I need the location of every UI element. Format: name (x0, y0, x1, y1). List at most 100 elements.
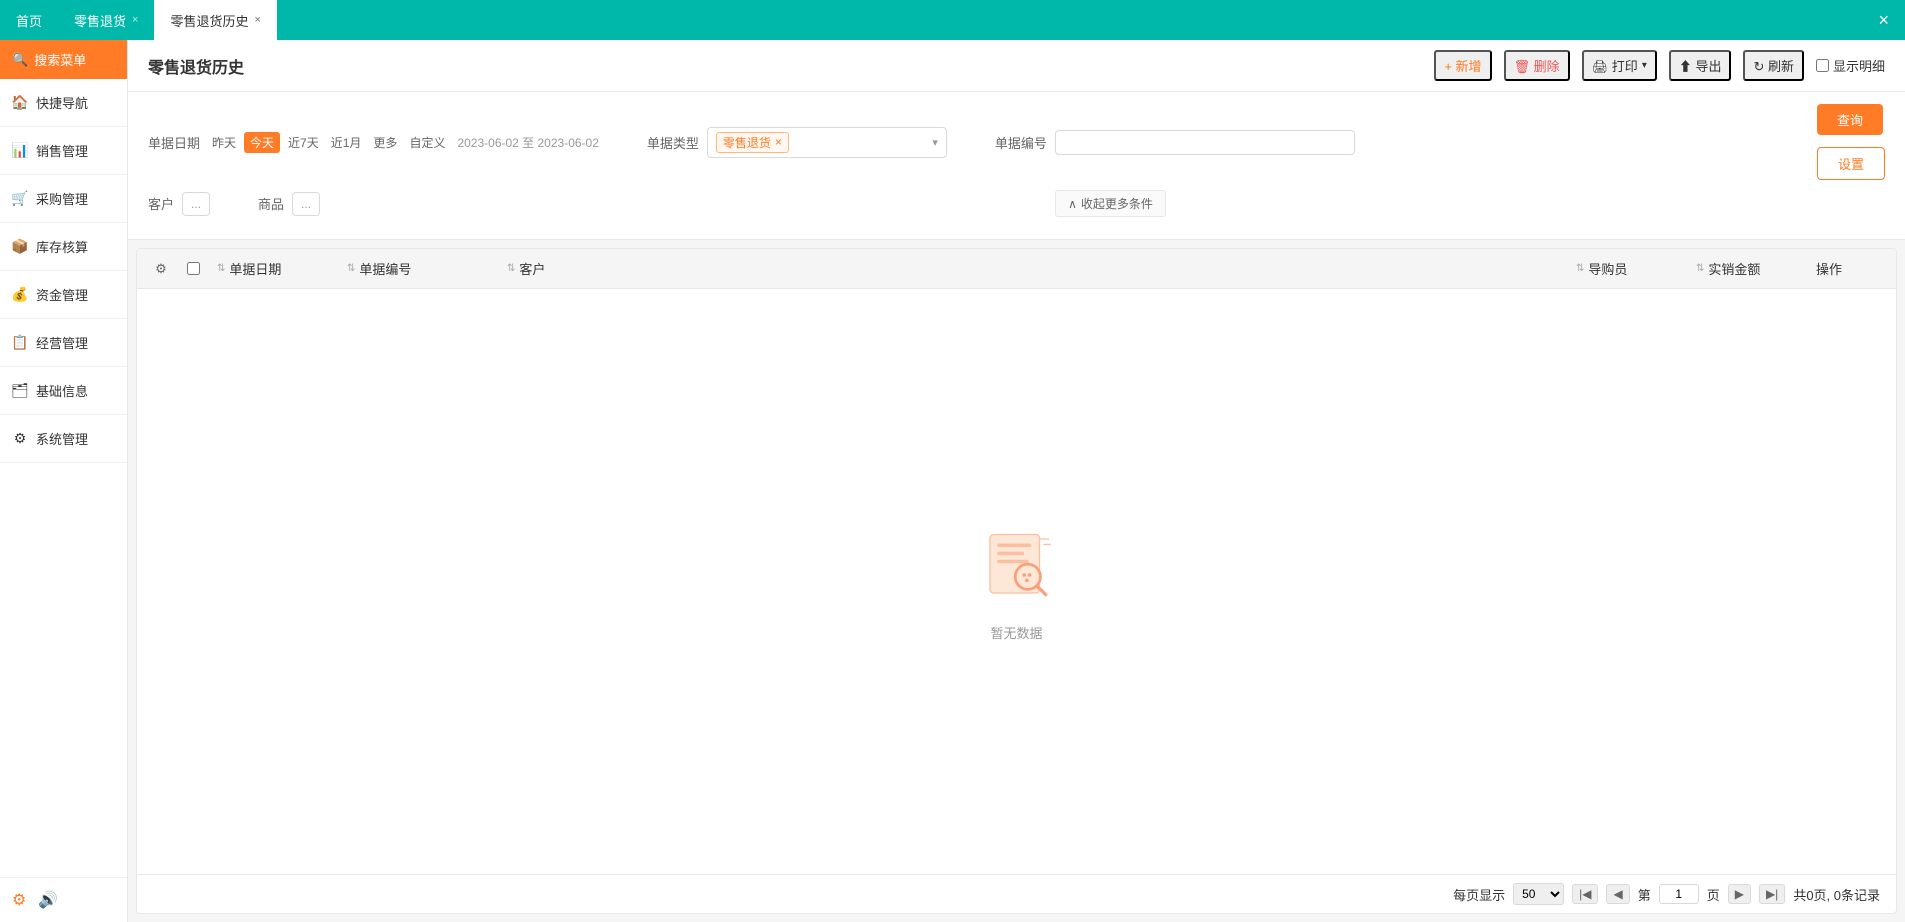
number-filter-input[interactable] (1055, 130, 1355, 155)
date-btn-7days[interactable]: 近7天 (284, 132, 323, 153)
first-page-button[interactable]: |◀ (1572, 884, 1598, 904)
sidebar-item-inventory[interactable]: 📦 库存核算 (0, 223, 127, 271)
tab-retail-return-history[interactable]: 零售退货历史 × (154, 0, 276, 40)
col-header-customer[interactable]: ⇅ 客户 (499, 259, 1568, 278)
type-select-arrow: ▾ (932, 136, 938, 149)
table-body: 暂无数据 (137, 289, 1896, 874)
col-amount-label: 实销金额 (1708, 259, 1760, 278)
number-filter-label: 单据编号 (995, 133, 1047, 152)
customer-filter-btn[interactable]: ... (182, 192, 210, 216)
window-close-button[interactable]: × (1862, 0, 1905, 40)
per-page-select[interactable]: 50 100 200 (1513, 883, 1564, 905)
collapse-button[interactable]: ∧ 收起更多条件 (1055, 190, 1166, 217)
table-area: ⚙ ⇅ 单据日期 ⇅ 单据编号 ⇅ 客户 ⇅ 导购员 (136, 248, 1897, 914)
sidebar-item-system-label: 系统管理 (36, 429, 88, 448)
col-header-number[interactable]: ⇅ 单据编号 (339, 259, 499, 278)
speaker-bottom-icon[interactable]: 🔊 (38, 890, 58, 910)
delete-button[interactable]: 🗑 删除 (1504, 50, 1570, 81)
filter-area: 单据日期 昨天 今天 近7天 近1月 更多 自定义 2023-06-02 至 2… (128, 92, 1905, 240)
page-header: 零售退货历史 + 新增 🗑 删除 🖨 打印 ▾ ⬆ 导出 ↻ 刷新 (128, 40, 1905, 92)
next-page-button[interactable]: ▶ (1728, 884, 1751, 904)
sidebar-item-finance[interactable]: 💰 资金管理 (0, 271, 127, 319)
col-header-guide[interactable]: ⇅ 导购员 (1568, 259, 1688, 278)
col-guide-label: 导购员 (1588, 259, 1627, 278)
main-layout: 🔍 搜索菜单 🏠 快捷导航 📊 销售管理 🛒 采购管理 📦 库存核算 💰 资金管… (0, 40, 1905, 922)
date-btn-custom[interactable]: 自定义 (405, 132, 449, 153)
tab-retail-return[interactable]: 零售退货 × (58, 0, 154, 40)
print-dropdown-icon: ▾ (1642, 60, 1647, 71)
sidebar-item-quicknav[interactable]: 🏠 快捷导航 (0, 79, 127, 127)
empty-state-icon (972, 521, 1062, 611)
tab-retail-return-close[interactable]: × (132, 14, 138, 26)
filter-row-2: 客户 ... 商品 ... ∧ 收起更多条件 (148, 190, 1885, 217)
goods-filter-btn[interactable]: ... (292, 192, 320, 216)
table-select-all-cell[interactable] (177, 262, 209, 275)
type-filter-label: 单据类型 (647, 133, 699, 152)
operations-icon: 📋 (12, 335, 28, 351)
search-icon: 🔍 (12, 52, 28, 68)
date-btn-1month[interactable]: 近1月 (327, 132, 366, 153)
print-button[interactable]: 🖨 打印 ▾ (1582, 50, 1657, 81)
refresh-button[interactable]: ↻ 刷新 (1743, 50, 1804, 81)
col-header-date[interactable]: ⇅ 单据日期 (209, 259, 339, 278)
col-date-label: 单据日期 (229, 259, 281, 278)
set-button[interactable]: 设置 (1817, 147, 1885, 180)
add-button-label: + 新增 (1444, 56, 1481, 75)
sidebar-item-operations[interactable]: 📋 经营管理 (0, 319, 127, 367)
set-button-label: 设置 (1838, 157, 1864, 172)
collapse-button-label: 收起更多条件 (1081, 195, 1153, 212)
sales-icon: 📊 (12, 143, 28, 159)
sidebar-item-operations-label: 经营管理 (36, 333, 88, 352)
goods-filter-label: 商品 (258, 194, 284, 213)
settings-bottom-icon[interactable]: ⚙ (12, 890, 26, 910)
query-btn-group: 查询 设置 (1817, 104, 1885, 180)
finance-icon: 💰 (12, 287, 28, 303)
date-btn-more[interactable]: 更多 (369, 132, 401, 153)
pagination: 每页显示 50 100 200 |◀ ◀ 第 页 ▶ ▶| 共0页, 0条记录 (137, 874, 1896, 913)
tab-list: 首页 零售退货 × 零售退货历史 × (0, 0, 1862, 40)
tab-retail-return-history-close[interactable]: × (254, 14, 260, 26)
add-button[interactable]: + 新增 (1434, 50, 1491, 81)
tab-home[interactable]: 首页 (0, 0, 58, 40)
type-tag: 零售退货 × (716, 132, 789, 153)
show-details-checkbox[interactable] (1816, 59, 1829, 72)
show-details-checkbox-label[interactable]: 显示明细 (1816, 56, 1885, 75)
date-range-group: 2023-06-02 至 2023-06-02 (457, 134, 598, 151)
sidebar-item-sales[interactable]: 📊 销售管理 (0, 127, 127, 175)
prev-page-button[interactable]: ◀ (1606, 884, 1629, 904)
filter-row-1: 单据日期 昨天 今天 近7天 近1月 更多 自定义 2023-06-02 至 2… (148, 104, 1885, 180)
page-number-input[interactable] (1659, 884, 1699, 904)
system-icon: ⚙ (12, 431, 28, 447)
date-range-display: 2023-06-02 至 2023-06-02 (457, 134, 598, 151)
per-page-label: 每页显示 (1453, 885, 1505, 904)
last-page-button[interactable]: ▶| (1759, 884, 1785, 904)
chevron-up-icon: ∧ (1068, 197, 1077, 211)
col-header-op: 操作 (1808, 259, 1888, 278)
col-op-label: 操作 (1816, 259, 1842, 278)
sidebar-item-system[interactable]: ⚙ 系统管理 (0, 415, 127, 463)
export-button-label: ⬆ 导出 (1679, 56, 1722, 75)
date-shortcuts: 昨天 今天 近7天 近1月 更多 自定义 (208, 132, 449, 153)
sidebar: 🔍 搜索菜单 🏠 快捷导航 📊 销售管理 🛒 采购管理 📦 库存核算 💰 资金管… (0, 40, 128, 922)
type-tag-label: 零售退货 (723, 134, 771, 151)
export-button[interactable]: ⬆ 导出 (1669, 50, 1732, 81)
sidebar-item-inventory-label: 库存核算 (36, 237, 88, 256)
purchase-icon: 🛒 (12, 191, 28, 207)
sort-icon-amount: ⇅ (1696, 263, 1704, 274)
sort-icon-customer: ⇅ (507, 263, 515, 274)
col-number-label: 单据编号 (359, 259, 411, 278)
empty-state-text: 暂无数据 (990, 623, 1042, 642)
type-select[interactable]: 零售退货 × ▾ (707, 127, 947, 158)
date-btn-yesterday[interactable]: 昨天 (208, 132, 240, 153)
sidebar-search[interactable]: 🔍 搜索菜单 (0, 40, 127, 79)
table-settings-icon[interactable]: ⚙ (145, 261, 177, 277)
sort-icon-guide: ⇅ (1576, 263, 1584, 274)
sidebar-item-purchase[interactable]: 🛒 采购管理 (0, 175, 127, 223)
col-header-amount[interactable]: ⇅ 实销金额 (1688, 259, 1808, 278)
sidebar-item-basic-info[interactable]: 🗂 基础信息 (0, 367, 127, 415)
type-tag-remove[interactable]: × (775, 135, 782, 149)
number-filter-group: 单据编号 (995, 130, 1355, 155)
query-button[interactable]: 查询 (1817, 104, 1883, 135)
date-btn-today[interactable]: 今天 (244, 132, 280, 153)
select-all-checkbox[interactable] (187, 262, 200, 275)
